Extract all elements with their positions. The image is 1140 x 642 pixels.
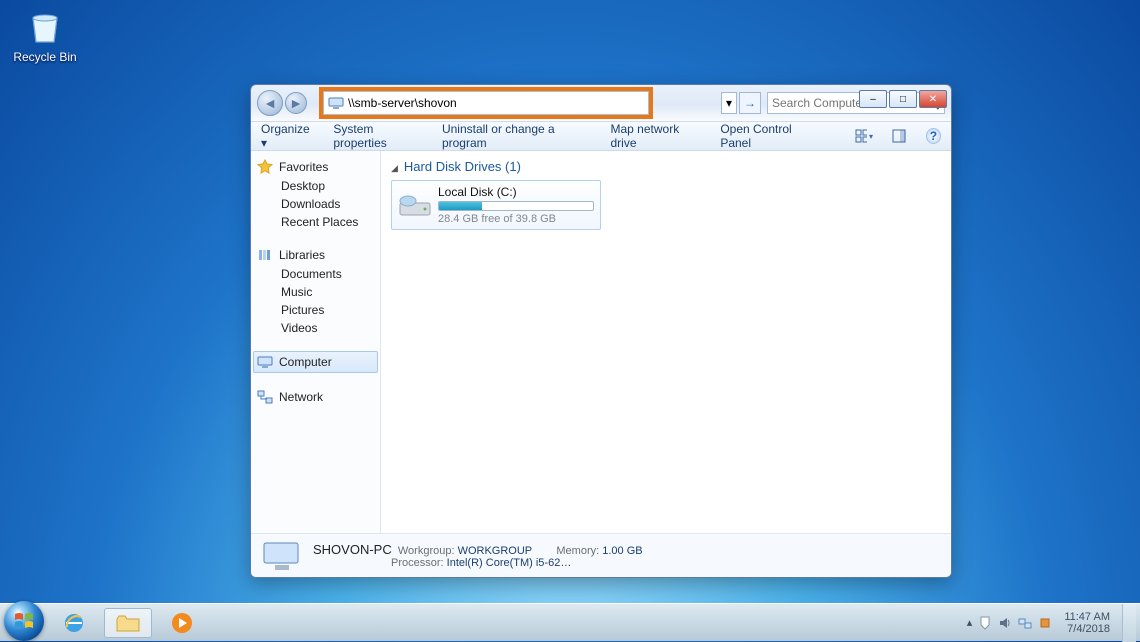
star-icon bbox=[257, 159, 273, 175]
content-area: ◢Hard Disk Drives (1) Local Disk (C:) 28… bbox=[381, 151, 951, 533]
taskbar-app-explorer[interactable] bbox=[104, 608, 152, 638]
taskbar-app-ie[interactable] bbox=[50, 608, 98, 638]
details-processor: Intel(R) Core(TM) i5-62… bbox=[447, 557, 572, 569]
nav-forward-button[interactable]: ► bbox=[285, 92, 307, 114]
tray-show-hidden[interactable]: ▴ bbox=[967, 616, 973, 629]
nav-item-pictures[interactable]: Pictures bbox=[253, 301, 378, 319]
open-control-panel-button[interactable]: Open Control Panel bbox=[720, 122, 819, 150]
tray-clock[interactable]: 11:47 AM 7/4/2018 bbox=[1058, 611, 1116, 635]
nav-item-downloads[interactable]: Downloads bbox=[253, 195, 378, 213]
recycle-bin-label: Recycle Bin bbox=[10, 50, 80, 64]
preview-pane-button[interactable] bbox=[891, 127, 908, 145]
drive-name: Local Disk (C:) bbox=[438, 185, 594, 199]
close-button[interactable]: ✕ bbox=[919, 90, 947, 108]
address-history-dropdown[interactable]: ▾ bbox=[721, 92, 737, 114]
minimize-button[interactable]: – bbox=[859, 90, 887, 108]
system-properties-button[interactable]: System properties bbox=[333, 122, 424, 150]
windows-logo-icon bbox=[13, 610, 35, 632]
tray-volume-icon[interactable] bbox=[998, 616, 1012, 630]
toolbar: Organize ▾ System properties Uninstall o… bbox=[251, 121, 951, 151]
drive-usage-bar bbox=[438, 201, 594, 211]
nav-item-videos[interactable]: Videos bbox=[253, 319, 378, 337]
start-button[interactable] bbox=[4, 601, 44, 641]
nav-back-button[interactable]: ◄ bbox=[257, 90, 283, 116]
tray-network-icon[interactable] bbox=[1018, 616, 1032, 630]
nav-item-documents[interactable]: Documents bbox=[253, 265, 378, 283]
recycle-bin-icon bbox=[25, 6, 65, 46]
hard-drive-icon bbox=[398, 191, 432, 219]
details-pane: SHOVON-PC Workgroup: WORKGROUP Memory: 1… bbox=[251, 533, 951, 577]
tray-date: 7/4/2018 bbox=[1064, 623, 1110, 635]
details-workgroup-label: Workgroup: bbox=[398, 545, 455, 557]
taskbar: ▴ 11:47 AM 7/4/2018 bbox=[0, 603, 1140, 641]
nav-item-recent-places[interactable]: Recent Places bbox=[253, 213, 378, 231]
drive-local-disk-c[interactable]: Local Disk (C:) 28.4 GB free of 39.8 GB bbox=[391, 180, 601, 230]
tray-time: 11:47 AM bbox=[1064, 611, 1110, 623]
address-text: \\smb-server\shovon bbox=[348, 96, 644, 110]
map-network-drive-button[interactable]: Map network drive bbox=[611, 122, 703, 150]
nav-network-label: Network bbox=[279, 390, 323, 404]
nav-network[interactable]: Network bbox=[253, 387, 378, 407]
folder-icon bbox=[115, 612, 141, 634]
uninstall-program-button[interactable]: Uninstall or change a program bbox=[442, 122, 593, 150]
organize-menu[interactable]: Organize ▾ bbox=[261, 122, 315, 150]
navigation-pane: Favorites Desktop Downloads Recent Place… bbox=[251, 151, 381, 533]
details-title: SHOVON-PC bbox=[313, 542, 392, 557]
maximize-button[interactable]: □ bbox=[889, 90, 917, 108]
media-player-icon bbox=[169, 610, 195, 636]
network-icon bbox=[257, 389, 273, 405]
help-button[interactable]: ? bbox=[926, 128, 941, 144]
view-options-button[interactable]: ▾ bbox=[855, 127, 873, 145]
nav-favorites-label: Favorites bbox=[279, 160, 328, 174]
system-tray: ▴ 11:47 AM 7/4/2018 bbox=[967, 604, 1136, 642]
details-memory-label: Memory: bbox=[556, 545, 599, 557]
taskbar-app-wmp[interactable] bbox=[158, 608, 206, 638]
nav-libraries-label: Libraries bbox=[279, 248, 325, 262]
address-bar[interactable]: \\smb-server\shovon bbox=[323, 91, 649, 115]
nav-item-music[interactable]: Music bbox=[253, 283, 378, 301]
nav-item-desktop[interactable]: Desktop bbox=[253, 177, 378, 195]
details-memory: 1.00 GB bbox=[602, 545, 642, 557]
address-bar-highlight: \\smb-server\shovon bbox=[319, 87, 653, 119]
details-workgroup: WORKGROUP bbox=[458, 545, 532, 557]
ie-icon bbox=[61, 610, 87, 636]
nav-libraries[interactable]: Libraries bbox=[253, 245, 378, 265]
collapse-icon: ◢ bbox=[391, 163, 398, 173]
address-go-button[interactable]: → bbox=[739, 92, 761, 114]
nav-favorites[interactable]: Favorites bbox=[253, 157, 378, 177]
recycle-bin-desktop-icon[interactable]: Recycle Bin bbox=[10, 6, 80, 64]
nav-computer[interactable]: Computer bbox=[253, 351, 378, 373]
tray-device-icon[interactable] bbox=[1038, 616, 1052, 630]
show-desktop-button[interactable] bbox=[1122, 604, 1136, 642]
tray-action-center-icon[interactable] bbox=[978, 616, 992, 630]
computer-icon bbox=[328, 95, 344, 111]
drive-free-text: 28.4 GB free of 39.8 GB bbox=[438, 213, 594, 225]
libraries-icon bbox=[257, 247, 273, 263]
computer-icon bbox=[257, 354, 273, 370]
drive-group-header[interactable]: ◢Hard Disk Drives (1) bbox=[391, 157, 941, 180]
explorer-window: – □ ✕ ◄ ► \\smb-server\shovon ▾ → 🔍 Orga… bbox=[250, 84, 952, 578]
computer-large-icon bbox=[261, 539, 303, 573]
nav-computer-label: Computer bbox=[279, 355, 332, 369]
details-processor-label: Processor: bbox=[391, 557, 444, 569]
